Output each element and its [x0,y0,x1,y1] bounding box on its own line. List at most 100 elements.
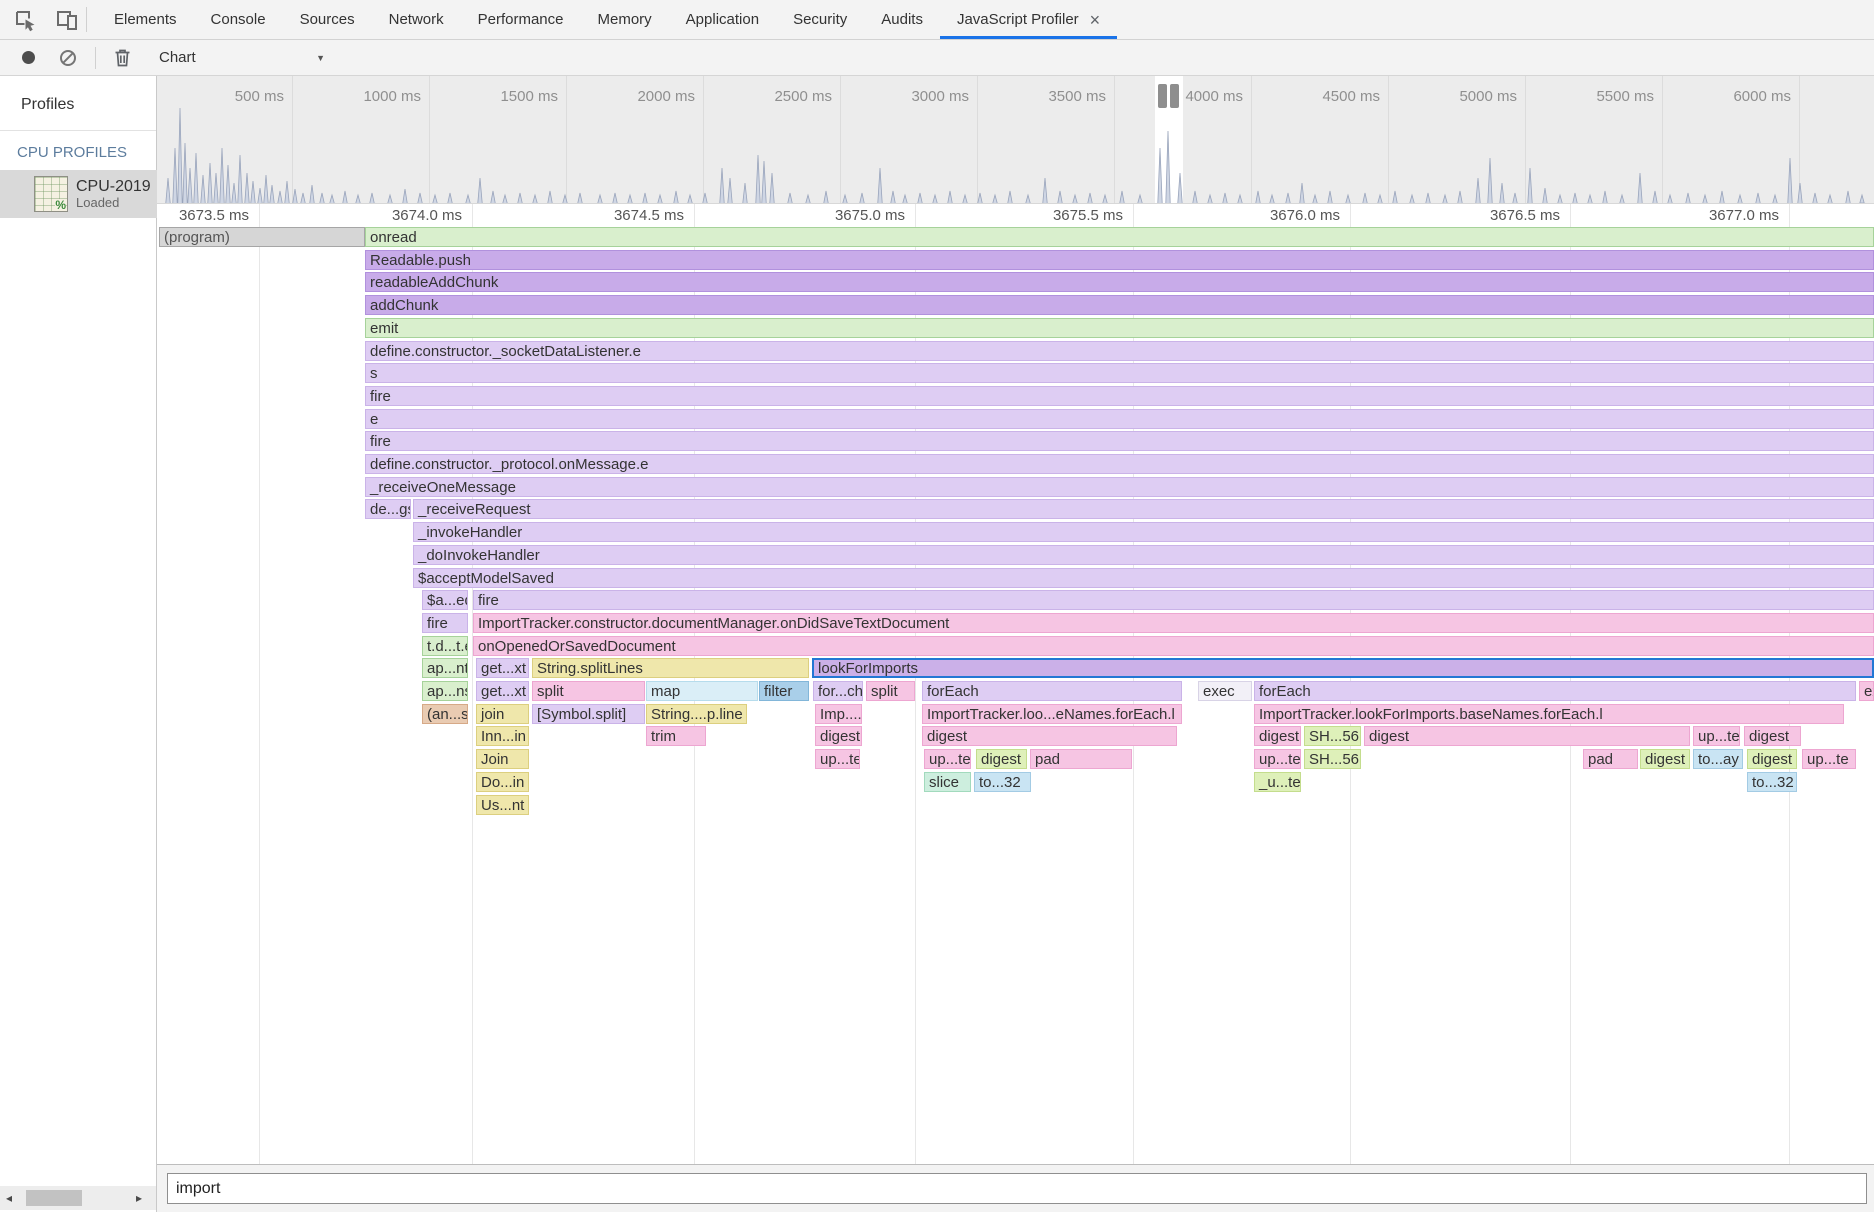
tab-console[interactable]: Console [194,0,283,39]
scroll-left-icon[interactable]: ◂ [6,1190,12,1206]
flame-bar[interactable]: SH...56 [1304,749,1361,769]
flame-bar[interactable]: get...xt [476,681,529,701]
flame-bar[interactable]: to...32 [974,772,1031,792]
flame-bar[interactable]: e [365,409,1874,429]
flame-bar[interactable]: digest [1254,726,1301,746]
flame-bar[interactable]: up...te [1254,749,1301,769]
flame-bar[interactable]: (program) [159,227,365,247]
selection-handle-left[interactable] [1158,84,1167,108]
flame-bar[interactable]: _receiveRequest [413,499,1874,519]
flame-bar[interactable]: [Symbol.split] [532,704,645,724]
flame-bar[interactable]: map [646,681,758,701]
flame-bar[interactable]: s [365,363,1874,383]
flame-bar[interactable]: Inn...in [476,726,529,746]
selection-handle-right[interactable] [1170,84,1179,108]
tab-javascript-profiler[interactable]: JavaScript Profiler × [940,0,1117,39]
flame-bar[interactable]: for...ch [813,681,863,701]
flame-bar[interactable]: addChunk [365,295,1874,315]
flame-bar[interactable]: $a...ed [422,590,468,610]
flame-bar[interactable]: up...te [924,749,971,769]
flame-bar[interactable]: Do...in [476,772,529,792]
flame-bar[interactable]: up...te [1802,749,1856,769]
timeline-overview[interactable]: 500 ms 1000 ms 1500 ms 2000 ms 2500 ms 3000 m… [157,76,1874,204]
flame-bar[interactable]: lookForImports [812,658,1874,678]
flame-bar[interactable]: _invokeHandler [413,522,1874,542]
close-icon[interactable]: × [1090,11,1101,29]
flame-bar[interactable]: join [476,704,529,724]
flame-bar[interactable]: _doInvokeHandler [413,545,1874,565]
horizontal-scrollbar[interactable]: ◂ ▸ [0,1186,156,1210]
flame-bar[interactable]: digest [922,726,1177,746]
flame-chart[interactable]: (program) onread Readable.push readableAddC… [157,227,1874,1164]
flame-bar[interactable]: t.d...t.e [422,636,468,656]
record-profile-button[interactable] [22,51,35,64]
flame-bar[interactable]: split [532,681,645,701]
tab-memory[interactable]: Memory [581,0,669,39]
flame-bar[interactable]: to...32 [1747,772,1797,792]
flame-bar[interactable]: Join [476,749,529,769]
scrollbar-thumb[interactable] [26,1190,82,1206]
tab-audits[interactable]: Audits [864,0,940,39]
flame-bar[interactable]: fire [365,386,1874,406]
flame-bar[interactable]: (an...s) [422,704,468,724]
profile-item-cpu-2019[interactable]: % CPU-2019 Loaded [0,170,157,218]
flame-bar[interactable]: ap...ns [422,681,468,701]
clear-profiles-icon[interactable] [59,49,77,67]
flame-bar[interactable]: SH...56 [1304,726,1361,746]
flame-bar[interactable]: onread [365,227,1874,247]
flame-bar[interactable]: digest [1640,749,1690,769]
flame-bar[interactable]: readableAddChunk [365,272,1874,292]
flame-bar[interactable]: up...te [1693,726,1740,746]
flame-bar[interactable]: digest [1747,749,1797,769]
tab-application[interactable]: Application [669,0,776,39]
flame-bar[interactable]: digest [976,749,1027,769]
flame-bar[interactable]: ImportTracker.constructor.documentManage… [473,613,1874,633]
flame-bar[interactable]: ImportTracker.lookForImports.baseNames.f… [1254,704,1844,724]
tab-performance[interactable]: Performance [461,0,581,39]
flame-bar[interactable]: onOpenedOrSavedDocument [473,636,1874,656]
search-input[interactable] [167,1173,1867,1204]
flame-bar[interactable]: fire [365,431,1874,451]
flame-bar[interactable]: digest [815,726,862,746]
tab-security[interactable]: Security [776,0,864,39]
flame-bar[interactable]: Imp....l [815,704,862,724]
device-toolbar-icon[interactable] [54,7,80,33]
flame-bar[interactable]: define.constructor._socketDataListener.e [365,341,1874,361]
flame-bar[interactable]: trim [646,726,706,746]
flame-bar[interactable]: fire [422,613,468,633]
flame-bar[interactable]: get...xt [476,658,529,678]
flame-bar[interactable]: de...gs [365,499,411,519]
flame-bar[interactable]: $acceptModelSaved [413,568,1874,588]
flame-bar[interactable]: forEach [1254,681,1856,701]
flame-bar[interactable]: ImportTracker.loo...eNames.forEach.l [922,704,1182,724]
flame-bar[interactable]: emit [365,318,1874,338]
flame-bar[interactable]: Us...nt [476,795,529,815]
flame-bar[interactable]: filter [759,681,809,701]
flame-bar[interactable]: _receiveOneMessage [365,477,1874,497]
flame-bar[interactable]: split [866,681,915,701]
flame-bar[interactable]: slice [924,772,971,792]
flame-bar[interactable]: up...te [815,749,860,769]
tab-elements[interactable]: Elements [97,0,194,39]
tab-sources[interactable]: Sources [283,0,372,39]
flame-bar[interactable]: ap...nt [422,658,468,678]
flame-bar[interactable]: String....p.line [646,704,747,724]
view-mode-select[interactable]: Chart ▼ [159,44,325,72]
inspect-element-icon[interactable] [12,7,38,33]
flame-bar[interactable]: define.constructor._protocol.onMessage.e [365,454,1874,474]
tab-network[interactable]: Network [372,0,461,39]
flame-bar[interactable]: String.splitLines [532,658,809,678]
flame-bar[interactable]: exec [1198,681,1252,701]
delete-profile-icon[interactable] [114,48,131,67]
flame-bar[interactable]: Readable.push [365,250,1874,270]
flame-bar[interactable]: digest [1364,726,1690,746]
flame-bar[interactable]: forEach [922,681,1182,701]
flame-bar[interactable]: _u...te [1254,772,1301,792]
flame-bar[interactable]: pad [1583,749,1638,769]
scroll-right-icon[interactable]: ▸ [136,1190,142,1206]
flame-bar[interactable]: ex [1859,681,1874,701]
flame-bar[interactable]: fire [473,590,1874,610]
flame-bar[interactable]: digest [1744,726,1801,746]
flame-bar[interactable]: to...ay [1693,749,1743,769]
flame-bar[interactable]: pad [1030,749,1132,769]
